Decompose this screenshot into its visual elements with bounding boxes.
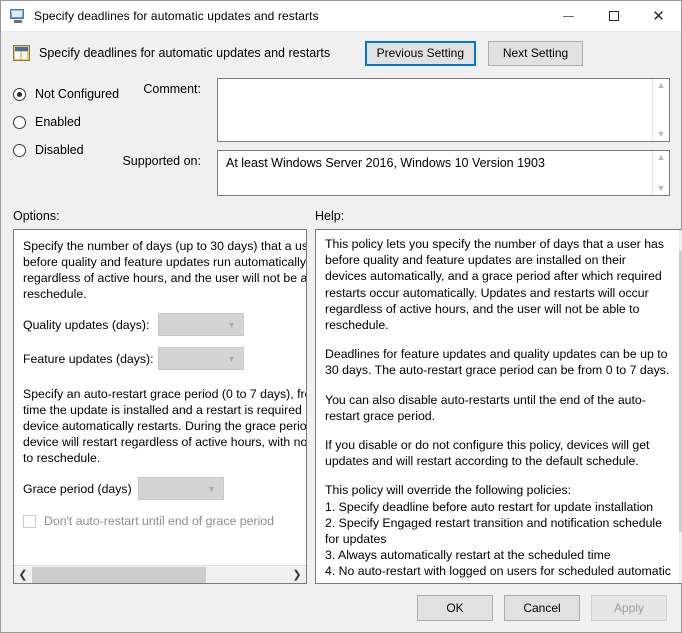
options-paragraph-2: Specify an auto-restart grace period (0 … — [23, 387, 306, 465]
radio-disabled-label: Disabled — [35, 143, 84, 157]
supported-on-label: Supported on: — [122, 154, 201, 168]
help-paragraph-1: This policy lets you specify the number … — [325, 237, 665, 333]
help-wrapper: This policy lets you specify the number … — [316, 230, 682, 583]
feature-updates-label: Feature updates (days): — [23, 351, 154, 366]
radio-not-configured-icon — [13, 87, 26, 101]
options-label: Options: — [13, 209, 60, 223]
configuration-area: Not Configured Enabled Disabled Comment:… — [1, 74, 681, 209]
feature-updates-input[interactable]: ▼ — [158, 347, 244, 370]
minimize-button[interactable] — [546, 1, 591, 32]
window-controls: ✕ — [546, 1, 681, 32]
help-override-item: 4. No auto-restart with logged on users … — [325, 564, 671, 579]
dialog-footer: OK Cancel Apply — [1, 584, 681, 632]
help-box: This policy lets you specify the number … — [315, 229, 682, 584]
setting-title: Specify deadlines for automatic updates … — [39, 46, 331, 60]
apply-button: Apply — [591, 595, 667, 621]
comment-scrollbar[interactable]: ▲ ▼ — [652, 79, 669, 141]
comment-field[interactable]: ▲ ▼ — [217, 78, 670, 142]
policy-monitor-icon — [10, 8, 26, 24]
setting-header: Specify deadlines for automatic updates … — [1, 32, 681, 74]
help-override-intro: This policy will override the following … — [325, 483, 572, 498]
chevron-down-icon[interactable]: ▼ — [657, 130, 666, 139]
radio-enabled-icon — [13, 115, 26, 129]
comment-label: Comment: — [143, 82, 201, 96]
no-auto-restart-label: Don't auto-restart until end of grace pe… — [44, 514, 274, 528]
minimize-icon — [563, 15, 574, 17]
help-content: This policy lets you specify the number … — [316, 230, 679, 583]
chevron-down-icon: ▼ — [227, 353, 236, 364]
radio-enabled[interactable]: Enabled — [13, 108, 133, 136]
previous-setting-button[interactable]: Previous Setting — [364, 40, 476, 66]
title-bar: Specify deadlines for automatic updates … — [1, 1, 681, 32]
chevron-up-icon[interactable]: ▲ — [657, 81, 666, 90]
chevron-up-icon[interactable]: ▲ — [657, 153, 666, 162]
next-setting-button[interactable]: Next Setting — [488, 40, 583, 66]
chevron-right-icon[interactable]: ❯ — [288, 566, 306, 584]
grace-period-row: Grace period (days) ▼ — [23, 477, 306, 500]
maximize-icon — [608, 11, 619, 21]
help-paragraph-4: If you disable or do not configure this … — [325, 438, 650, 469]
radio-not-configured-label: Not Configured — [35, 87, 120, 101]
help-override-item: 3. Always automatically restart at the s… — [325, 548, 611, 563]
navigation-buttons: Previous Setting Next Setting — [364, 40, 669, 66]
supported-on-field: At least Windows Server 2016, Windows 10… — [217, 150, 670, 196]
maximize-button[interactable] — [591, 1, 636, 32]
options-horizontal-scrollbar[interactable]: ❮ ❯ — [14, 565, 306, 583]
supported-on-scrollbar[interactable]: ▲ ▼ — [652, 151, 669, 195]
help-paragraph-3: You can also disable auto-restarts until… — [325, 392, 646, 423]
supported-on-value: At least Windows Server 2016, Windows 10… — [226, 156, 545, 170]
radio-enabled-label: Enabled — [35, 115, 81, 129]
panels-area: Options: Specify the number of days (up … — [1, 209, 682, 584]
chevron-down-icon: ▼ — [227, 319, 236, 330]
no-auto-restart-checkbox[interactable] — [23, 514, 36, 528]
radio-disabled-icon — [13, 143, 26, 157]
quality-updates-input[interactable]: ▼ — [158, 313, 244, 336]
policy-setting-icon — [13, 45, 30, 61]
help-paragraph-2: Deadlines for feature updates and qualit… — [325, 347, 670, 378]
grace-period-input[interactable]: ▼ — [138, 477, 224, 500]
chevron-left-icon[interactable]: ❮ — [14, 566, 32, 584]
close-icon: ✕ — [652, 7, 665, 25]
options-scroll-track[interactable] — [32, 565, 288, 583]
options-paragraph-1: Specify the number of days (up to 30 day… — [23, 239, 306, 301]
grace-period-label: Grace period (days) — [23, 481, 132, 496]
help-override-item: for updates — [325, 532, 387, 547]
cancel-button[interactable]: Cancel — [504, 595, 580, 621]
window-title: Specify deadlines for automatic updates … — [34, 9, 319, 23]
help-panel: Help: This policy lets you specify the n… — [315, 209, 682, 584]
ok-button[interactable]: OK — [417, 595, 493, 621]
policy-setting-window: Specify deadlines for automatic updates … — [0, 0, 682, 633]
help-override-item: 2. Specify Engaged restart transition an… — [325, 515, 663, 530]
comment-text[interactable] — [218, 79, 652, 141]
help-override-item: 1. Specify deadline before auto restart … — [325, 499, 654, 514]
options-box: Specify the number of days (up to 30 day… — [13, 229, 307, 584]
chevron-down-icon: ▼ — [207, 483, 216, 494]
options-content: Specify the number of days (up to 30 day… — [14, 230, 306, 565]
feature-updates-row: Feature updates (days): ▼ — [23, 347, 306, 370]
chevron-down-icon[interactable]: ▼ — [657, 184, 666, 193]
options-panel: Options: Specify the number of days (up … — [13, 209, 307, 584]
options-scroll-thumb[interactable] — [32, 566, 207, 583]
quality-updates-row: Quality updates (days): ▼ — [23, 313, 306, 336]
no-auto-restart-checkbox-row[interactable]: Don't auto-restart until end of grace pe… — [23, 514, 306, 528]
close-button[interactable]: ✕ — [636, 1, 681, 32]
help-override-list: This policy will override the following … — [325, 482, 671, 579]
quality-updates-label: Quality updates (days): — [23, 317, 150, 332]
help-label: Help: — [315, 209, 345, 223]
